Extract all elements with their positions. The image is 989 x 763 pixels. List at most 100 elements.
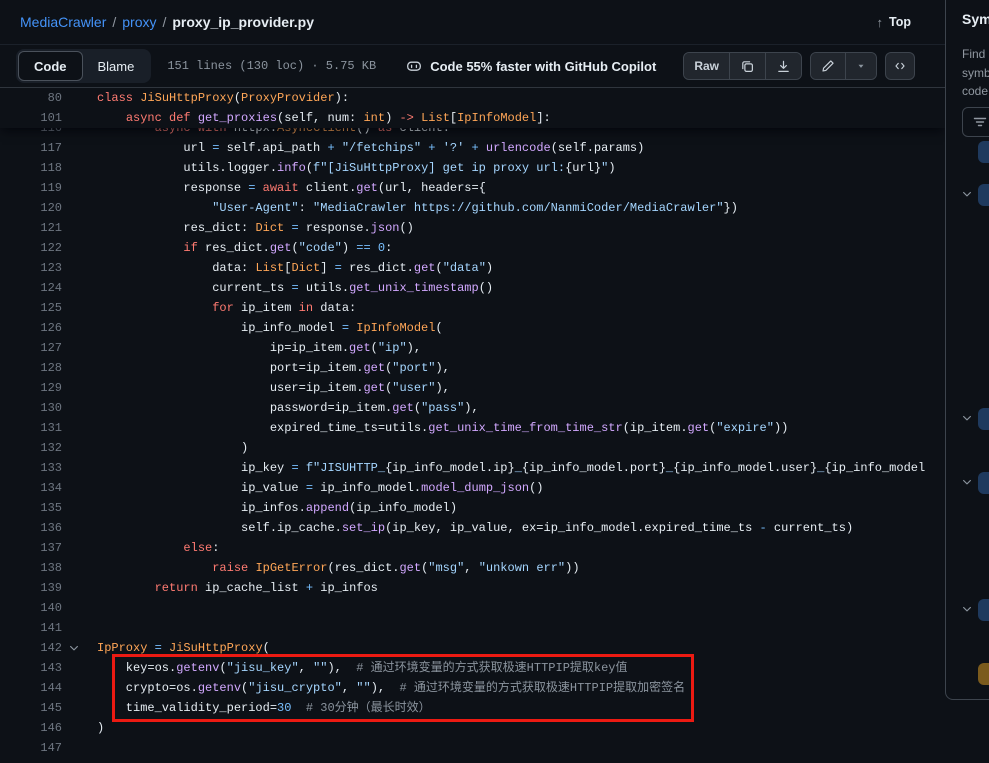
line-number[interactable]: 144 <box>0 678 62 698</box>
code-text: url = self.api_path + "/fetchips" + '?' … <box>97 138 644 158</box>
code-text: class JiSuHttpProxy(ProxyProvider): <box>97 88 349 108</box>
copy-icon <box>740 59 755 74</box>
line-number[interactable]: 132 <box>0 438 62 458</box>
symbol-row[interactable] <box>946 663 989 687</box>
line-number[interactable]: 139 <box>0 578 62 598</box>
code-line: 145 time_validity_period=30 # 30分钟（最长时效） <box>0 698 945 718</box>
symbol-chip[interactable] <box>978 472 989 494</box>
line-number[interactable]: 143 <box>0 658 62 678</box>
symbol-chip[interactable] <box>978 184 989 206</box>
raw-button[interactable]: Raw <box>684 53 729 79</box>
line-number[interactable]: 124 <box>0 278 62 298</box>
line-number[interactable]: 128 <box>0 358 62 378</box>
line-gutter <box>62 198 97 218</box>
edit-dropdown-button[interactable] <box>845 53 876 79</box>
code-line: 135 ip_infos.append(ip_info_model) <box>0 498 945 518</box>
chevron-down-icon[interactable] <box>961 476 973 488</box>
line-number[interactable]: 134 <box>0 478 62 498</box>
code-line: 143 key=os.getenv("jisu_key", ""), # 通过环… <box>0 658 945 678</box>
symbol-row[interactable] <box>946 141 989 165</box>
code-text: key=os.getenv("jisu_key", ""), # 通过环境变量的… <box>97 658 628 678</box>
line-number[interactable]: 136 <box>0 518 62 538</box>
line-number[interactable]: 147 <box>0 738 62 758</box>
line-number[interactable]: 121 <box>0 218 62 238</box>
line-gutter <box>62 578 97 598</box>
raw-actions-group: Raw <box>683 52 802 80</box>
line-number[interactable]: 123 <box>0 258 62 278</box>
line-gutter <box>62 218 97 238</box>
symbol-chip[interactable] <box>978 408 989 430</box>
line-gutter <box>62 718 97 738</box>
code-line: 144 crypto=os.getenv("jisu_crypto", ""),… <box>0 678 945 698</box>
copilot-banner: Code 55% faster with GitHub Copilot <box>406 58 656 74</box>
breadcrumb-folder-link[interactable]: proxy <box>122 14 156 30</box>
line-number[interactable]: 80 <box>0 88 62 108</box>
symbol-chip[interactable] <box>978 599 989 621</box>
line-number[interactable]: 133 <box>0 458 62 478</box>
code-text: user=ip_item.get("user"), <box>97 378 450 398</box>
code-line: 146) <box>0 718 945 738</box>
line-number[interactable]: 142 <box>0 638 62 658</box>
line-number[interactable]: 145 <box>0 698 62 718</box>
line-number[interactable]: 122 <box>0 238 62 258</box>
symbol-row[interactable] <box>946 184 989 208</box>
symbol-row[interactable] <box>946 408 989 432</box>
code-line: 134 ip_value = ip_info_model.model_dump_… <box>0 478 945 498</box>
symbol-chip[interactable] <box>978 141 989 163</box>
line-gutter <box>62 258 97 278</box>
tab-code[interactable]: Code <box>18 51 83 81</box>
line-number[interactable]: 117 <box>0 138 62 158</box>
symbol-chip[interactable] <box>978 663 989 685</box>
code-blame-segmented-control: Code Blame <box>16 49 151 83</box>
copy-button[interactable] <box>729 53 765 79</box>
symbol-row[interactable] <box>946 599 989 623</box>
line-number[interactable]: 140 <box>0 598 62 618</box>
chevron-down-icon[interactable] <box>961 603 973 615</box>
line-number[interactable]: 137 <box>0 538 62 558</box>
code-text: ip_infos.append(ip_info_model) <box>97 498 457 518</box>
code-text: expired_time_ts=utils.get_unix_time_from… <box>97 418 788 438</box>
tab-blame[interactable]: Blame <box>83 51 150 81</box>
line-number[interactable]: 125 <box>0 298 62 318</box>
chevron-down-icon[interactable] <box>961 412 973 424</box>
line-number[interactable]: 127 <box>0 338 62 358</box>
code-line: 141 <box>0 618 945 638</box>
code-line: 80 class JiSuHttpProxy(ProxyProvider): <box>0 88 945 108</box>
code-line: 119 response = await client.get(url, hea… <box>0 178 945 198</box>
symbols-panel-toggle-button[interactable] <box>885 52 915 80</box>
line-gutter <box>62 638 97 658</box>
line-number[interactable]: 126 <box>0 318 62 338</box>
breadcrumb-separator: / <box>162 14 166 30</box>
line-number[interactable]: 146 <box>0 718 62 738</box>
line-number[interactable]: 120 <box>0 198 62 218</box>
line-gutter <box>62 158 97 178</box>
line-gutter <box>62 278 97 298</box>
line-number[interactable]: 118 <box>0 158 62 178</box>
up-arrow-icon: ↑ <box>877 15 884 30</box>
code-brackets-icon <box>893 59 907 73</box>
edit-button[interactable] <box>811 53 845 79</box>
code-text: self.ip_cache.set_ip(ip_key, ip_value, e… <box>97 518 853 538</box>
line-number[interactable]: 141 <box>0 618 62 638</box>
code-text: password=ip_item.get("pass"), <box>97 398 479 418</box>
line-number[interactable]: 131 <box>0 418 62 438</box>
code-text: res_dict: Dict = response.json() <box>97 218 414 238</box>
chevron-down-icon[interactable] <box>961 188 973 200</box>
line-gutter <box>62 678 97 698</box>
back-to-top-link[interactable]: ↑ Top <box>877 15 911 30</box>
line-gutter <box>62 138 97 158</box>
line-number[interactable]: 138 <box>0 558 62 578</box>
breadcrumb-repo-link[interactable]: MediaCrawler <box>20 14 106 30</box>
line-gutter <box>62 498 97 518</box>
fold-chevron-down-icon[interactable] <box>68 642 80 654</box>
line-number[interactable]: 130 <box>0 398 62 418</box>
code-text: else: <box>97 538 219 558</box>
code-line: 118 utils.logger.info(f"[JiSuHttpProxy] … <box>0 158 945 178</box>
line-number[interactable]: 135 <box>0 498 62 518</box>
code-text: current_ts = utils.get_unix_timestamp() <box>97 278 493 298</box>
symbol-row[interactable] <box>946 472 989 496</box>
line-number[interactable]: 129 <box>0 378 62 398</box>
download-button[interactable] <box>765 53 801 79</box>
line-number[interactable]: 101 <box>0 108 62 128</box>
line-number[interactable]: 119 <box>0 178 62 198</box>
